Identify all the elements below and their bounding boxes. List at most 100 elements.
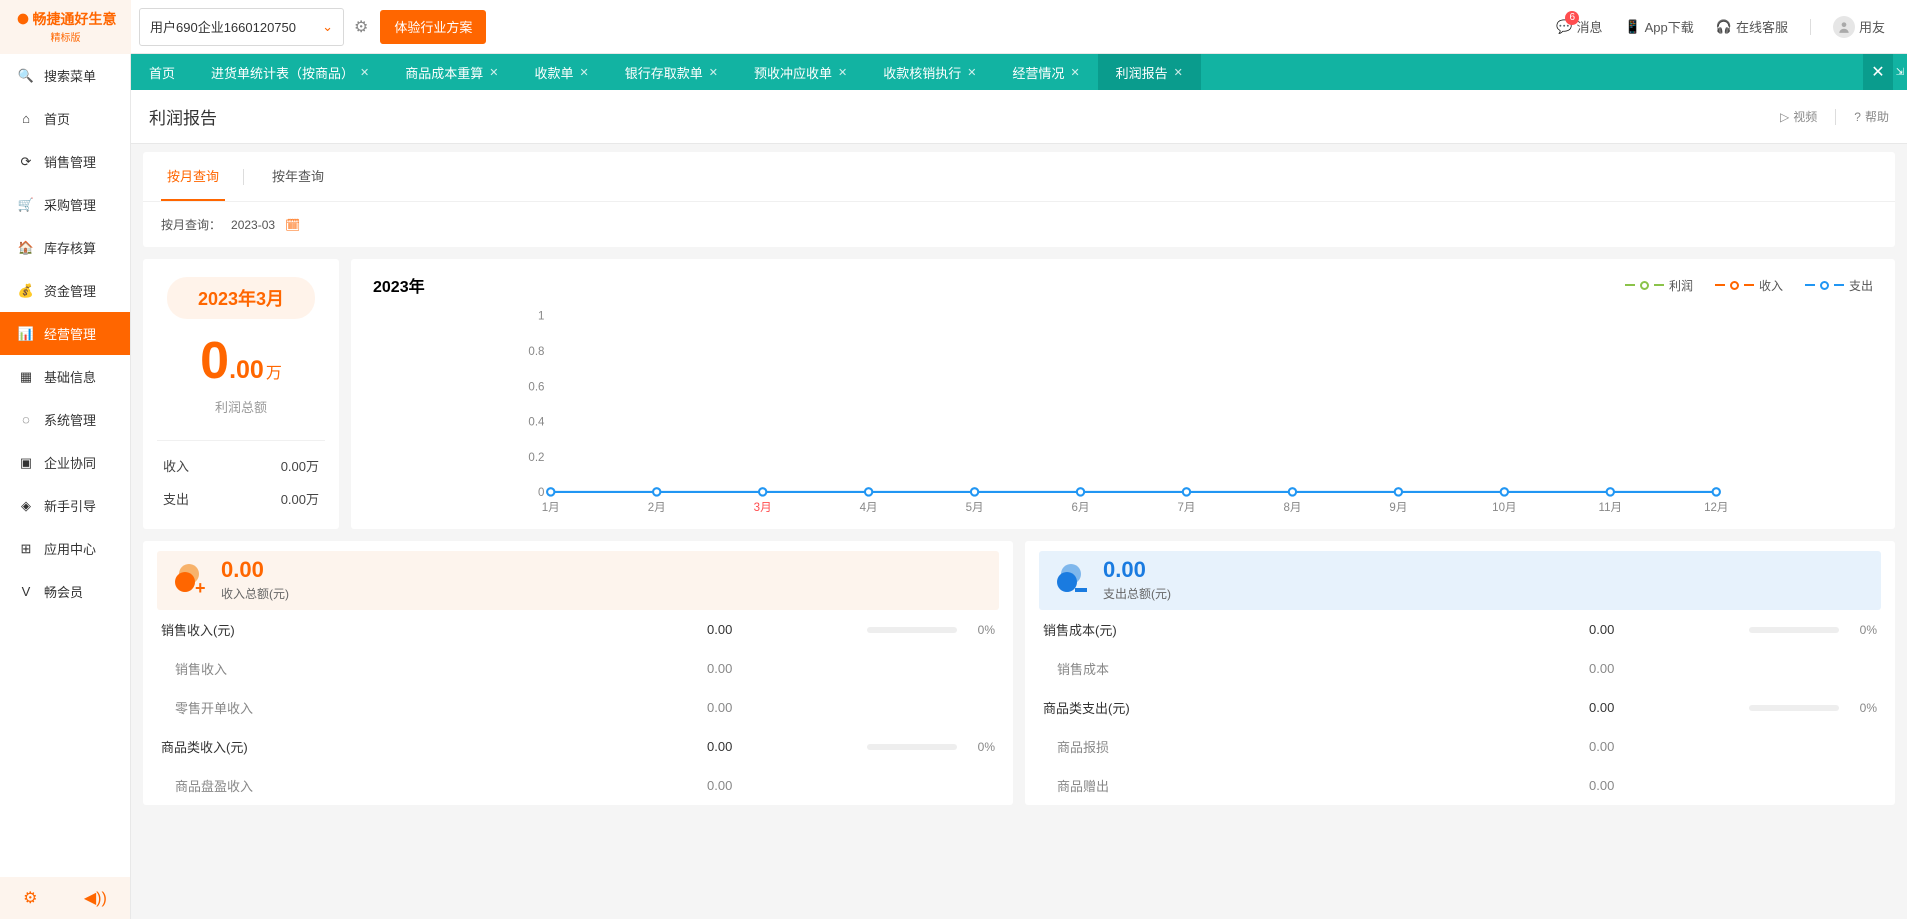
sidebar-label: 新手引导 [44,496,96,515]
svg-text:0.8: 0.8 [528,346,544,358]
tab-4[interactable]: 银行存取款单 ✕ [607,54,736,90]
logo-edition: 精标版 [51,29,81,44]
sidebar-icon: 💰 [18,283,34,299]
calendar-icon[interactable]: 🗓 [285,218,300,232]
line-chart: 00.20.40.60.811月2月3月4月5月6月7月8月9月10月11月12… [373,305,1873,515]
top-right: 💬 6 消息 📱 App下载 🎧 在线客服 用友 [1556,16,1907,38]
service-label: 在线客服 [1736,17,1788,36]
tab-3[interactable]: 收款单✕ [516,54,606,90]
income-icon: + [169,558,213,602]
logo-text: 畅捷通好生意 [33,9,117,29]
legend-item[interactable]: 收入 [1715,277,1783,294]
legend-item[interactable]: 支出 [1805,277,1873,294]
tab-7[interactable]: 经营情况 ✕ [994,54,1097,90]
sidebar-item-9[interactable]: ▣企业协同 [0,441,130,484]
close-icon[interactable]: ✕ [838,66,847,79]
sidebar-item-6[interactable]: 📊经营管理 [0,312,130,355]
tab-bar: 首页进货单统计表（按商品）✕商品成本重算✕收款单✕银行存取款单✕预收冲应收单✕收… [131,54,1907,90]
income-panel: + 0.00 收入总额(元) 销售收入(元)0.000%销售收入0.00零售开单… [143,541,1013,805]
sidebar-label: 销售管理 [44,152,96,171]
logo[interactable]: 畅捷通好生意 精标版 [0,0,131,54]
sidebar-label: 搜索菜单 [44,66,96,85]
svg-text:8月: 8月 [1283,502,1301,514]
sidebar-icon: ⌂ [18,111,34,127]
svg-text:0: 0 [538,487,544,499]
tab-2[interactable]: 商品成本重算✕ [387,54,516,90]
legend-item[interactable]: 利润 [1625,277,1693,294]
tab-0[interactable]: 首页 [131,54,193,90]
online-service[interactable]: 🎧 在线客服 [1716,17,1788,36]
tenant-select[interactable]: 用户690企业1660120750 ⌄ [139,8,344,46]
tab-8[interactable]: 利润报告✕ [1098,54,1201,90]
sidebar-icon: 🛒 [18,197,34,213]
sidebar-item-4[interactable]: 🏠库存核算 [0,226,130,269]
sidebar-item-3[interactable]: 🛒采购管理 [0,183,130,226]
tab-label: 银行存取款单 [625,63,703,82]
try-plan-button[interactable]: 体验行业方案 [380,10,486,44]
query-label: 按月查询： [161,216,221,233]
progress-bar [1749,705,1839,711]
sidebar-item-0[interactable]: 🔍搜索菜单 [0,54,130,97]
sidebar-icon: V [18,584,34,600]
messages-label: 消息 [1576,17,1602,36]
close-all-tabs[interactable]: ✕ [1863,54,1893,90]
sub-tab-0[interactable]: 按月查询 [161,152,225,201]
sidebar-item-1[interactable]: ⌂首页 [0,97,130,140]
panel-row: 商品类支出(元)0.000% [1039,688,1881,727]
tab-label: 首页 [149,63,175,82]
svg-text:5月: 5月 [966,502,984,514]
user-menu[interactable]: 用友 [1833,16,1885,38]
panel-row: 商品赠出0.00 [1039,766,1881,805]
tab-6[interactable]: 收款核销执行 ✕ [865,54,994,90]
svg-text:0.6: 0.6 [528,381,544,393]
page-title: 利润报告 [149,104,217,129]
sidebar-item-7[interactable]: ▦基础信息 [0,355,130,398]
tab-label: 进货单统计表（按商品） [211,63,354,82]
sidebar-item-2[interactable]: ⟳销售管理 [0,140,130,183]
close-icon[interactable]: ✕ [1070,66,1079,79]
sidebar-label: 畅会员 [44,582,83,601]
sidebar-item-5[interactable]: 💰资金管理 [0,269,130,312]
tab-5[interactable]: 预收冲应收单✕ [736,54,865,90]
close-icon[interactable]: ✕ [360,66,369,79]
app-download[interactable]: 📱 App下载 [1624,17,1693,36]
svg-text:10月: 10月 [1492,502,1516,514]
svg-text:9月: 9月 [1389,502,1407,514]
income-subtitle: 收入总额(元) [221,585,289,602]
collapse-icon[interactable]: ◀)) [84,888,107,908]
query-card: 按月查询按年查询 按月查询： 2023-03 🗓 [143,152,1895,247]
sidebar-label: 系统管理 [44,410,96,429]
sidebar-item-10[interactable]: ◈新手引导 [0,484,130,527]
page-header: 利润报告 ▷视频 ?帮助 [131,90,1907,144]
svg-text:0.4: 0.4 [528,417,545,429]
close-icon[interactable]: ✕ [1174,66,1183,79]
sidebar-item-11[interactable]: ⊞应用中心 [0,527,130,570]
progress-bar [867,744,957,750]
top-bar: 畅捷通好生意 精标版 用户690企业1660120750 ⌄ ⚙ 体验行业方案 … [0,0,1907,54]
close-icon[interactable]: ✕ [580,66,589,79]
help-button[interactable]: ?帮助 [1854,108,1889,125]
expand-icon[interactable]: ⇲ [1893,54,1907,90]
tab-1[interactable]: 进货单统计表（按商品） ✕ [193,54,387,90]
close-icon[interactable]: ✕ [967,66,976,79]
sidebar-item-8[interactable]: ◌系统管理 [0,398,130,441]
headset-icon: 🎧 [1716,19,1732,35]
video-help[interactable]: ▷视频 [1780,108,1817,125]
tab-label: 收款核销执行 [883,63,961,82]
close-icon[interactable]: ✕ [709,66,718,79]
tab-label: 经营情况 [1012,63,1064,82]
expense-panel: 0.00 支出总额(元) 销售成本(元)0.000%销售成本0.00商品类支出(… [1025,541,1895,805]
panel-row: 销售收入0.00 [157,649,999,688]
query-value[interactable]: 2023-03 [231,218,275,232]
close-icon[interactable]: ✕ [489,66,498,79]
settings-icon[interactable]: ⚙ [23,888,37,908]
svg-text:11月: 11月 [1599,502,1623,514]
gear-icon[interactable]: ⚙ [354,17,368,37]
svg-text:12月: 12月 [1704,502,1728,514]
messages-button[interactable]: 💬 6 消息 [1556,17,1602,36]
sub-tab-1[interactable]: 按年查询 [266,152,330,201]
chart-card: 2023年 利润收入支出 00.20.40.60.811月2月3月4月5月6月7… [351,259,1895,529]
sidebar-item-12[interactable]: V 畅会员 [0,570,130,613]
sidebar-icon: 📊 [18,326,34,342]
panel-row: 商品盘盈收入0.00 [157,766,999,805]
